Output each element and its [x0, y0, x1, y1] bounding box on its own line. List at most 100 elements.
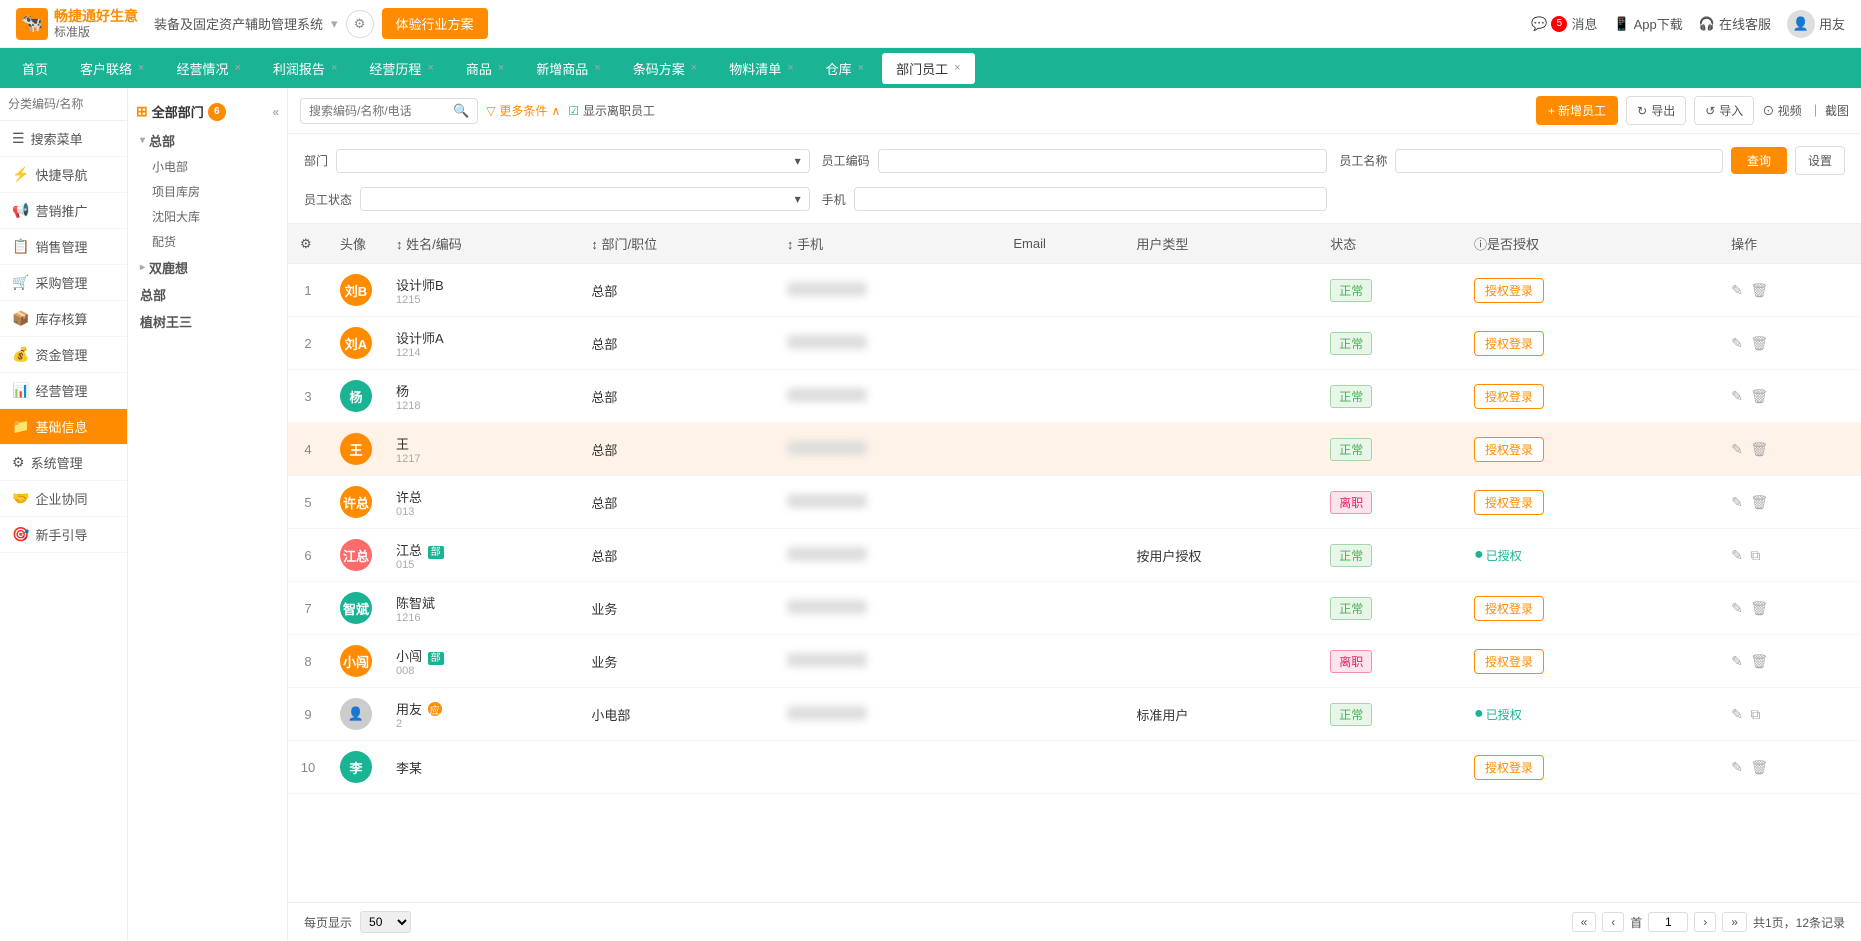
tab-operation[interactable]: 经营情况 × [162, 53, 254, 84]
last-page-button[interactable]: » [1722, 912, 1747, 932]
delete-button[interactable]: 🗑 [1750, 282, 1768, 298]
sidebar-item-marketing[interactable]: 📢 营销推广 [0, 193, 127, 229]
close-icon[interactable]: × [787, 62, 793, 74]
tab-home[interactable]: 首页 [8, 53, 62, 84]
edit-button[interactable]: ✎ [1731, 441, 1743, 457]
close-icon[interactable]: × [427, 62, 433, 74]
close-icon[interactable]: × [498, 62, 504, 74]
auth-button[interactable]: 授权登录 [1474, 331, 1544, 356]
tab-add-goods[interactable]: 新增商品 × [522, 53, 614, 84]
emp-name-input[interactable] [1395, 149, 1723, 173]
user-area[interactable]: 👤 用友 [1787, 10, 1845, 38]
edit-button[interactable]: ✎ [1731, 600, 1743, 616]
tab-history[interactable]: 经营历程 × [355, 53, 447, 84]
tab-profit[interactable]: 利润报告 × [259, 53, 351, 84]
search-submit-icon[interactable]: 🔍 [453, 103, 469, 119]
auth-button[interactable]: 授权登录 [1474, 755, 1544, 780]
tab-barcode[interactable]: 条码方案 × [619, 53, 711, 84]
close-icon[interactable]: × [234, 62, 240, 74]
collapse-icon[interactable]: « [272, 105, 279, 119]
sidebar-search-input[interactable] [8, 97, 128, 111]
dept-filter-select[interactable]: ▾ [336, 149, 810, 173]
add-employee-button[interactable]: + 新增员工 [1536, 96, 1618, 125]
copy-button[interactable]: ⧉ [1750, 547, 1760, 563]
first-page-button[interactable]: « [1572, 912, 1597, 932]
dept-child-xiaodian[interactable]: 小电部 [136, 154, 279, 179]
status-filter-select[interactable]: ▾ [360, 187, 810, 211]
sidebar-item-guide[interactable]: 🎯 新手引导 [0, 517, 127, 553]
message-button[interactable]: 💬 5 消息 [1531, 14, 1597, 33]
edit-button[interactable]: ✎ [1731, 494, 1743, 510]
auth-button[interactable]: 授权登录 [1474, 437, 1544, 462]
delete-button[interactable]: 🗑 [1750, 335, 1768, 351]
close-icon[interactable]: × [691, 62, 697, 74]
delete-button[interactable]: 🗑 [1750, 388, 1768, 404]
next-page-button[interactable]: › [1694, 912, 1716, 932]
close-icon[interactable]: × [138, 62, 144, 74]
delete-button[interactable]: 🗑 [1750, 441, 1768, 457]
edit-button[interactable]: ✎ [1731, 706, 1743, 722]
sidebar-item-search[interactable]: ☰ 搜索菜单 [0, 121, 127, 157]
dept-group-zhishu-title[interactable]: 植树王三 [136, 308, 279, 335]
sidebar-item-inventory[interactable]: 📦 库存核算 [0, 301, 127, 337]
emp-code-input[interactable] [878, 149, 1328, 173]
sidebar-item-purchase[interactable]: 🛒 采购管理 [0, 265, 127, 301]
dept-group-shuanglu-title[interactable]: ▸ 双鹿想 [136, 254, 279, 281]
col-name-header[interactable]: ↕ 姓名/编码 [384, 224, 579, 264]
edit-button[interactable]: ✎ [1731, 388, 1743, 404]
more-button[interactable]: ｜ 截图 [1810, 102, 1849, 119]
close-icon[interactable]: × [331, 62, 337, 74]
tab-goods[interactable]: 商品 × [452, 53, 518, 84]
edit-button[interactable]: ✎ [1731, 759, 1743, 775]
show-resign-toggle[interactable]: ☑ 显示离职员工 [568, 102, 655, 119]
delete-button[interactable]: 🗑 [1750, 759, 1768, 775]
dept-group-title[interactable]: ▾ 总部 [136, 127, 279, 154]
edit-button[interactable]: ✎ [1731, 547, 1743, 563]
tab-customer[interactable]: 客户联络 × [66, 53, 158, 84]
search-input[interactable] [309, 104, 449, 118]
dept-child-shenyang[interactable]: 沈阳大库 [136, 204, 279, 229]
auth-button[interactable]: 授权登录 [1474, 649, 1544, 674]
import-button[interactable]: ↺ 导入 [1694, 96, 1754, 125]
col-settings[interactable]: ⚙ [288, 224, 328, 264]
copy-button[interactable]: ⧉ [1750, 706, 1760, 722]
dropdown-icon[interactable]: ▾ [331, 16, 338, 32]
close-icon[interactable]: × [858, 62, 864, 74]
per-page-select[interactable]: 50 100 [360, 911, 411, 933]
tab-warehouse[interactable]: 仓库 × [812, 53, 878, 84]
sidebar-item-sales[interactable]: 📋 销售管理 [0, 229, 127, 265]
auth-button[interactable]: 授权登录 [1474, 596, 1544, 621]
col-phone-header[interactable]: ↕ 手机 [775, 224, 1002, 264]
tab-employees[interactable]: 部门员工 × [882, 53, 974, 84]
sidebar-item-finance[interactable]: 💰 资金管理 [0, 337, 127, 373]
prev-page-button[interactable]: ‹ [1602, 912, 1624, 932]
delete-button[interactable]: 🗑 [1750, 653, 1768, 669]
trial-button[interactable]: 体验行业方案 [382, 8, 488, 39]
delete-button[interactable]: 🗑 [1750, 494, 1768, 510]
sidebar-item-nav[interactable]: ⚡ 快捷导航 [0, 157, 127, 193]
page-number-input[interactable] [1648, 912, 1688, 932]
export-button[interactable]: ↻ 导出 [1626, 96, 1686, 125]
phone-input[interactable] [854, 187, 1328, 211]
sidebar-item-collab[interactable]: 🤝 企业协同 [0, 481, 127, 517]
sidebar-item-system[interactable]: ⚙ 系统管理 [0, 445, 127, 481]
dept-child-project[interactable]: 项目库房 [136, 179, 279, 204]
auth-button[interactable]: 授权登录 [1474, 384, 1544, 409]
edit-button[interactable]: ✎ [1731, 335, 1743, 351]
edit-button[interactable]: ✎ [1731, 282, 1743, 298]
more-filter-button[interactable]: ▽ 更多条件 ∧ [486, 102, 560, 119]
sidebar-item-basic[interactable]: 📁 基础信息 [0, 409, 127, 445]
auth-button[interactable]: 授权登录 [1474, 278, 1544, 303]
dept-group-zongbu2-title[interactable]: 总部 [136, 281, 279, 308]
app-download-button[interactable]: 📱 App下载 [1613, 14, 1682, 33]
service-button[interactable]: 🎧 在线客服 [1699, 14, 1771, 33]
sidebar-item-management[interactable]: 📊 经营管理 [0, 373, 127, 409]
edit-button[interactable]: ✎ [1731, 653, 1743, 669]
reset-button[interactable]: 设置 [1795, 146, 1845, 175]
gear-button[interactable]: ⚙ [346, 10, 374, 38]
delete-button[interactable]: 🗑 [1750, 600, 1768, 616]
dept-child-peihua[interactable]: 配货 [136, 229, 279, 254]
tab-bom[interactable]: 物料清单 × [715, 53, 807, 84]
video-button[interactable]: ⊙ 视频 [1762, 102, 1801, 119]
close-icon[interactable]: × [954, 62, 960, 74]
